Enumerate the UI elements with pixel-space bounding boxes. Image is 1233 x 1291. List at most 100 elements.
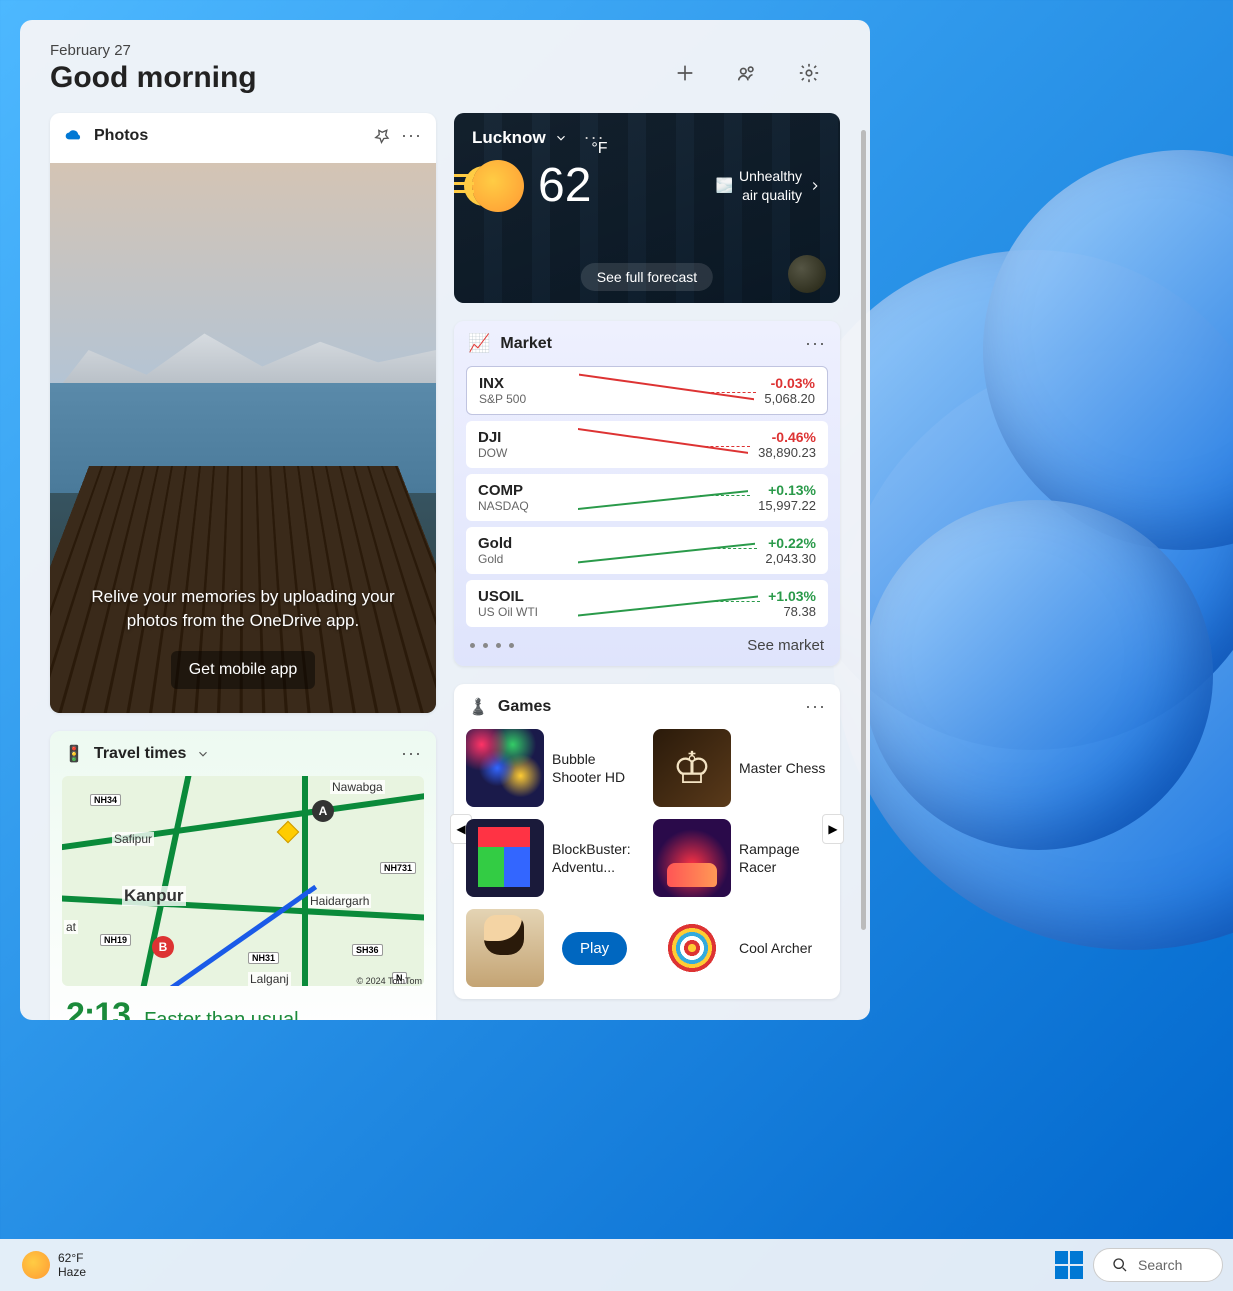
game-thumb bbox=[653, 819, 731, 897]
market-trend-icon: 📈 bbox=[468, 333, 490, 354]
sh36-label: SH36 bbox=[352, 944, 383, 956]
market-subtitle: Gold bbox=[478, 552, 568, 566]
city-at: at bbox=[64, 920, 78, 934]
game-item[interactable]: BlockBuster: Adventu... bbox=[466, 819, 641, 897]
map-marker-b: B bbox=[152, 936, 174, 958]
taskbar-condition: Haze bbox=[58, 1265, 86, 1279]
games-widget[interactable]: ♟️ Games ··· ◀ ▶ Bubble Shooter HD Maste… bbox=[454, 684, 840, 999]
search-placeholder: Search bbox=[1138, 1257, 1182, 1273]
market-subtitle: DOW bbox=[478, 446, 568, 460]
market-subtitle: NASDAQ bbox=[478, 499, 568, 513]
game-item[interactable]: Cool Archer bbox=[653, 909, 828, 987]
market-row[interactable]: INXS&P 500-0.03%5,068.20 bbox=[466, 366, 828, 415]
start-button[interactable] bbox=[1055, 1251, 1083, 1279]
market-value: 15,997.22 bbox=[758, 498, 816, 513]
market-more-button[interactable]: ··· bbox=[805, 333, 826, 354]
gear-icon bbox=[798, 62, 820, 84]
game-thumb bbox=[466, 909, 544, 987]
travel-more-button[interactable]: ··· bbox=[401, 743, 422, 764]
market-value: 38,890.23 bbox=[758, 445, 816, 460]
market-sparkline bbox=[568, 432, 758, 458]
market-row[interactable]: DJIDOW-0.46%38,890.23 bbox=[466, 421, 828, 468]
games-next-button[interactable]: ▶ bbox=[822, 814, 844, 844]
settings-button[interactable] bbox=[798, 62, 820, 84]
weather-widget[interactable]: Lucknow ··· 62°F 🌫️ Unhealthyair quality bbox=[454, 113, 840, 303]
widgets-panel: February 27 Good morning Photos bbox=[20, 20, 870, 1020]
pin-button[interactable] bbox=[373, 127, 391, 145]
market-symbol: Gold bbox=[478, 535, 568, 552]
market-sparkline bbox=[569, 378, 764, 404]
market-subtitle: US Oil WTI bbox=[478, 605, 568, 619]
game-itemem[interactable]: Master Chess bbox=[653, 729, 828, 807]
game-name: BlockBuster: Adventu... bbox=[552, 840, 641, 876]
taskbar-weather[interactable]: 62°F Haze bbox=[10, 1247, 98, 1284]
market-sparkline bbox=[568, 591, 768, 617]
city-safipur: Safipur bbox=[112, 832, 154, 846]
market-sparkline bbox=[568, 485, 758, 511]
taskbar: 62°F Haze Search bbox=[0, 1239, 1233, 1291]
travel-widget[interactable]: 🚦 Travel times ··· A B Kanpur Saf bbox=[50, 731, 436, 1020]
nh19-label: NH19 bbox=[100, 934, 131, 946]
market-row[interactable]: GoldGold +0.22%2,043.30 bbox=[466, 527, 828, 574]
see-market-link[interactable]: See market bbox=[747, 637, 824, 654]
taskbar-temp: 62°F bbox=[58, 1251, 86, 1265]
chevron-down-icon bbox=[196, 747, 210, 761]
game-name: Rampage Racer bbox=[739, 840, 828, 876]
weather-globe-icon[interactable] bbox=[788, 255, 826, 293]
people-button[interactable] bbox=[736, 62, 758, 84]
games-icon: ♟️ bbox=[468, 697, 488, 717]
market-pct: +0.13% bbox=[758, 482, 816, 498]
taskbar-weather-icon bbox=[22, 1251, 50, 1279]
market-row[interactable]: COMPNASDAQ+0.13%15,997.22 bbox=[466, 474, 828, 521]
market-subtitle: S&P 500 bbox=[479, 392, 569, 406]
map-warning-icon bbox=[277, 821, 300, 844]
photos-more-button[interactable]: ··· bbox=[401, 125, 422, 146]
market-row[interactable]: USOILUS Oil WTI+1.03%78.38 bbox=[466, 580, 828, 627]
market-title: Market bbox=[500, 335, 552, 353]
air-quality-link[interactable]: 🌫️ Unhealthyair quality bbox=[716, 167, 822, 203]
map-copyright: © 2024 TomTom bbox=[357, 976, 423, 986]
nh34-label: NH34 bbox=[90, 794, 121, 806]
game-name: Master Chess bbox=[739, 759, 825, 777]
people-icon bbox=[736, 62, 758, 84]
weather-unit: °F bbox=[591, 140, 607, 157]
photos-title: Photos bbox=[94, 127, 148, 145]
market-symbol: DJI bbox=[478, 429, 568, 446]
game-item[interactable]: Rampage Racer bbox=[653, 819, 828, 897]
city-kanpur: Kanpur bbox=[122, 886, 186, 906]
panel-scrollbar[interactable] bbox=[861, 130, 866, 930]
market-sparkline bbox=[568, 538, 765, 564]
game-item[interactable]: Bubble Shooter HD bbox=[466, 729, 641, 807]
map-marker-a: A bbox=[312, 800, 334, 822]
photos-widget[interactable]: Photos ··· Relive your memories by uploa… bbox=[50, 113, 436, 713]
add-widget-button[interactable] bbox=[674, 62, 696, 84]
market-pct: +1.03% bbox=[768, 588, 816, 604]
play-button[interactable]: Play bbox=[562, 932, 627, 965]
travel-status: Faster than usual bbox=[144, 1009, 299, 1020]
city-nawabga: Nawabga bbox=[330, 780, 385, 794]
market-widget[interactable]: 📈 Market ··· INXS&P 500-0.03%5,068.20DJI… bbox=[454, 321, 840, 666]
header-date: February 27 bbox=[50, 42, 257, 59]
games-more-button[interactable]: ··· bbox=[805, 696, 826, 717]
nh31-label: NH31 bbox=[248, 952, 279, 964]
travel-map[interactable]: A B Kanpur Safipur Nawabga Haidargarh La… bbox=[62, 776, 424, 986]
market-page-dots[interactable] bbox=[470, 643, 514, 648]
market-pct: +0.22% bbox=[765, 535, 816, 551]
games-title: Games bbox=[498, 698, 551, 716]
get-mobile-app-button[interactable]: Get mobile app bbox=[171, 651, 316, 689]
game-thumb bbox=[466, 729, 544, 807]
market-pct: -0.03% bbox=[764, 375, 815, 391]
see-full-forecast-button[interactable]: See full forecast bbox=[581, 263, 713, 291]
travel-time: 2:13 bbox=[66, 996, 130, 1020]
market-value: 2,043.30 bbox=[765, 551, 816, 566]
weather-location[interactable]: Lucknow bbox=[472, 128, 546, 148]
game-thumb bbox=[653, 729, 731, 807]
nh731-label: NH731 bbox=[380, 862, 416, 874]
market-value: 5,068.20 bbox=[764, 391, 815, 406]
game-item[interactable]: Play bbox=[466, 909, 641, 987]
game-name: Cool Archer bbox=[739, 939, 812, 957]
market-value: 78.38 bbox=[768, 604, 816, 619]
photos-message: Relive your memories by uploading your p… bbox=[50, 585, 436, 633]
game-thumb bbox=[466, 819, 544, 897]
taskbar-search[interactable]: Search bbox=[1093, 1248, 1223, 1282]
